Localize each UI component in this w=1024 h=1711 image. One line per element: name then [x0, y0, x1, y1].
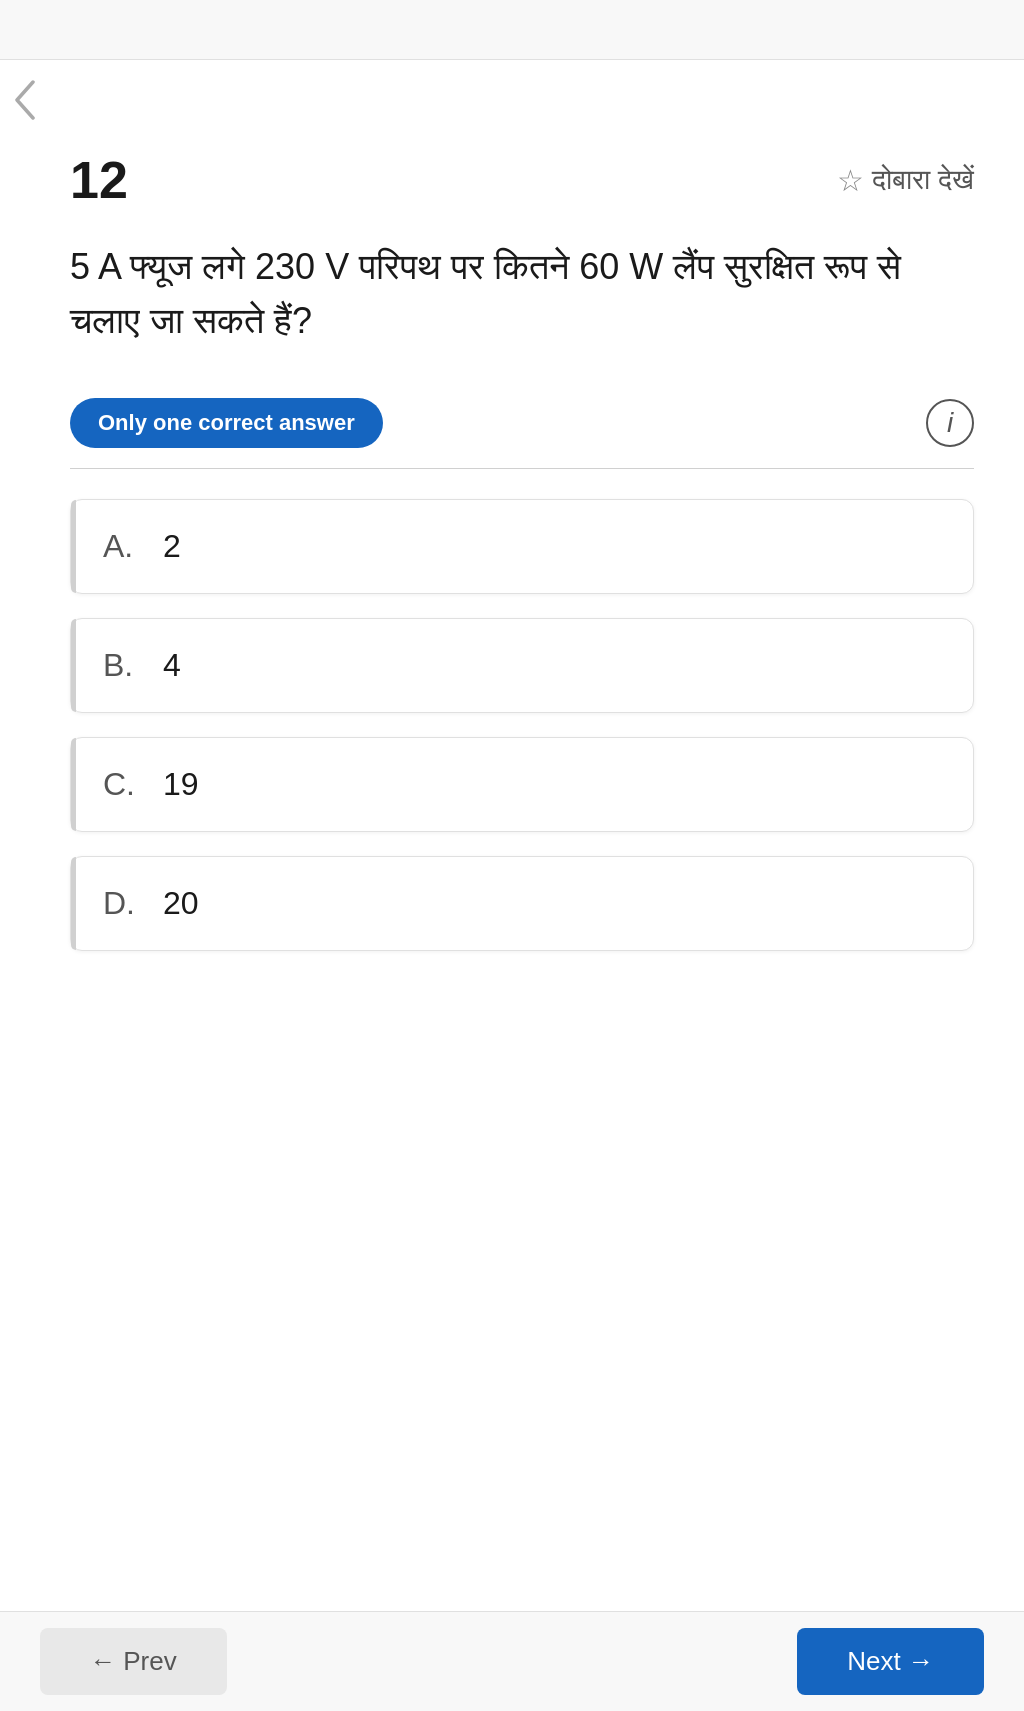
option-d-value: 20 [163, 885, 199, 922]
option-b-value: 4 [163, 647, 181, 684]
bottom-nav: ← Prev Next → [0, 1611, 1024, 1711]
option-d[interactable]: D. 20 [70, 856, 974, 951]
star-icon: ☆ [837, 163, 864, 198]
review-label: दोबारा देखें [872, 164, 974, 197]
top-bar [0, 0, 1024, 60]
option-a[interactable]: A. 2 [70, 499, 974, 594]
options-list: A. 2 B. 4 C. 19 D. 20 [70, 499, 974, 951]
divider [70, 468, 974, 469]
back-arrow-button[interactable] [0, 60, 48, 140]
info-icon-button[interactable]: i [926, 399, 974, 447]
option-c-value: 19 [163, 766, 199, 803]
content-area: 12 ☆ दोबारा देखें 5 A फ्यूज लगे 230 V पर… [0, 120, 1024, 1001]
answer-type-row: Only one correct answer i [70, 398, 974, 448]
answer-type-badge: Only one correct answer [70, 398, 383, 448]
page-container: 12 ☆ दोबारा देखें 5 A फ्यूज लगे 230 V पर… [0, 0, 1024, 1711]
option-c-label: C. [103, 766, 143, 803]
prev-button[interactable]: ← Prev [40, 1628, 227, 1695]
question-text: 5 A फ्यूज लगे 230 V परिपथ पर कितने 60 W … [70, 240, 974, 348]
review-button[interactable]: ☆ दोबारा देखें [837, 163, 974, 198]
option-a-label: A. [103, 528, 143, 565]
info-icon-label: i [947, 407, 953, 439]
option-b-label: B. [103, 647, 143, 684]
next-button[interactable]: Next → [797, 1628, 984, 1695]
option-c[interactable]: C. 19 [70, 737, 974, 832]
question-number: 12 [70, 150, 128, 210]
option-a-value: 2 [163, 528, 181, 565]
option-b[interactable]: B. 4 [70, 618, 974, 713]
question-header: 12 ☆ दोबारा देखें [70, 150, 974, 210]
option-d-label: D. [103, 885, 143, 922]
